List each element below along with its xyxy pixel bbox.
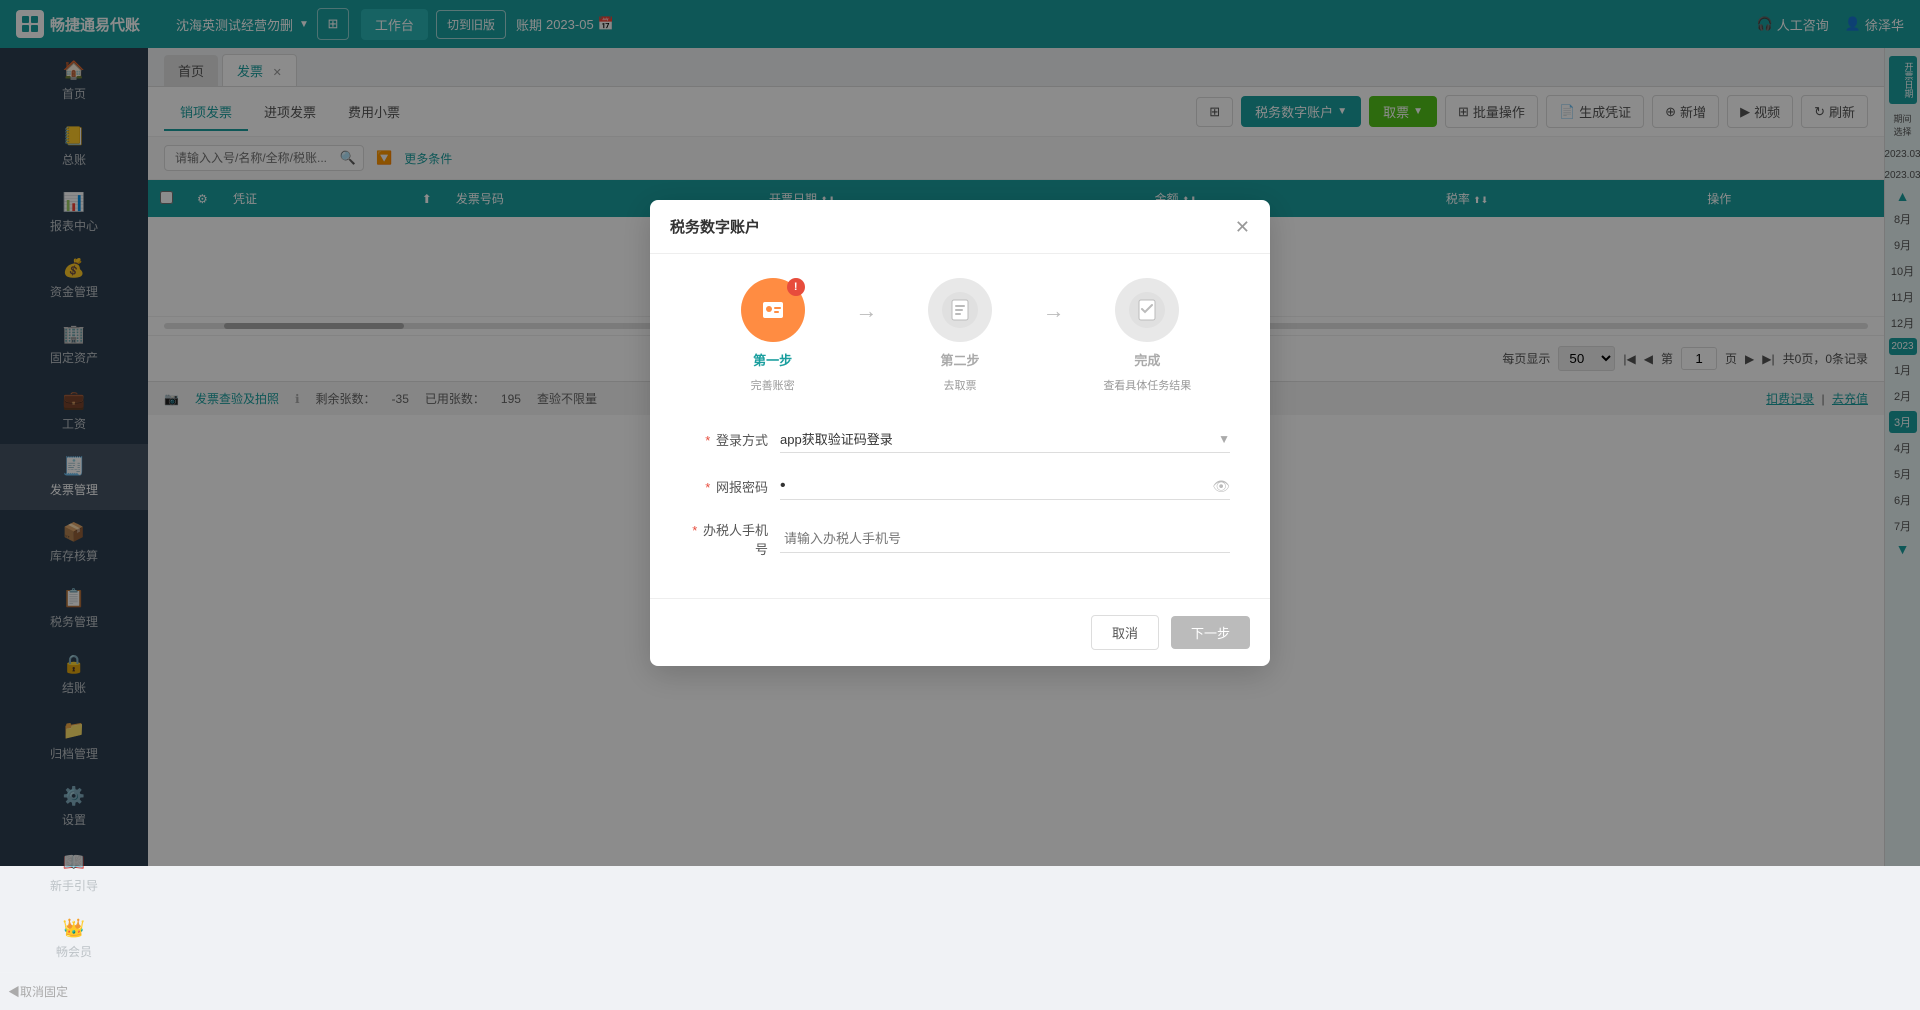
phone-input[interactable] [780, 525, 1230, 553]
phone-row: * 办税人手机号 [690, 520, 1230, 558]
member-icon: 👑 [63, 918, 85, 939]
phone-label: * 办税人手机号 [690, 520, 780, 558]
login-required-mark: * [705, 433, 710, 448]
modal-body: ! 第一步 完善账密 → [650, 254, 1270, 598]
unpin-button[interactable]: ◀取消固定 [0, 972, 148, 1010]
step1-badge: ! [787, 278, 805, 296]
password-row: * 网报密码 👁 [690, 473, 1230, 500]
step-1: ! 第一步 完善账密 [690, 278, 855, 393]
step3-sublabel: 查看具体任务结果 [1103, 377, 1191, 393]
password-eye-icon[interactable]: 👁 [1212, 478, 1230, 495]
login-method-row: * 登录方式 app获取验证码登录 ▼ [690, 425, 1230, 453]
modal-close-button[interactable]: ✕ [1235, 218, 1250, 236]
step-2: 第二步 去取票 [877, 278, 1042, 393]
phone-required-mark: * [692, 523, 697, 538]
password-input[interactable] [780, 477, 1212, 495]
login-method-label: * 登录方式 [690, 430, 780, 449]
login-method-value: app获取验证码登录 [780, 429, 1218, 448]
step2-sublabel: 去取票 [943, 377, 976, 393]
step3-label: 完成 [1134, 350, 1160, 369]
login-method-select[interactable]: app获取验证码登录 ▼ [780, 425, 1230, 453]
password-required-mark: * [705, 480, 710, 495]
modal-footer: 取消 下一步 [650, 598, 1270, 666]
step1-label: 第一步 [753, 350, 792, 369]
step1-icon: ! [741, 278, 805, 342]
tax-digital-modal: 税务数字账户 ✕ ! [650, 200, 1270, 666]
cancel-button[interactable]: 取消 [1091, 615, 1159, 650]
login-method-dropdown-icon: ▼ [1218, 432, 1230, 446]
sidebar-label-guide: 新手引导 [50, 877, 98, 894]
step1-sublabel: 完善账密 [751, 377, 795, 393]
modal-title: 税务数字账户 [670, 216, 760, 237]
password-label: * 网报密码 [690, 477, 780, 496]
next-step-button[interactable]: 下一步 [1171, 616, 1250, 649]
password-field: 👁 [780, 473, 1230, 500]
sidebar-item-member[interactable]: 👑 畅会员 [0, 906, 148, 972]
modal-header: 税务数字账户 ✕ [650, 200, 1270, 254]
unpin-label: ◀取消固定 [8, 983, 68, 1000]
step-arrow-1: → [855, 278, 877, 324]
stepper: ! 第一步 完善账密 → [690, 278, 1230, 393]
step2-icon [928, 278, 992, 342]
sidebar-label-member: 畅会员 [56, 943, 92, 960]
modal-overlay[interactable]: 税务数字账户 ✕ ! [0, 0, 1920, 866]
step2-label: 第二步 [940, 350, 979, 369]
step3-icon [1115, 278, 1179, 342]
step-3: 完成 查看具体任务结果 [1065, 278, 1230, 393]
step-arrow-2: → [1043, 278, 1065, 324]
